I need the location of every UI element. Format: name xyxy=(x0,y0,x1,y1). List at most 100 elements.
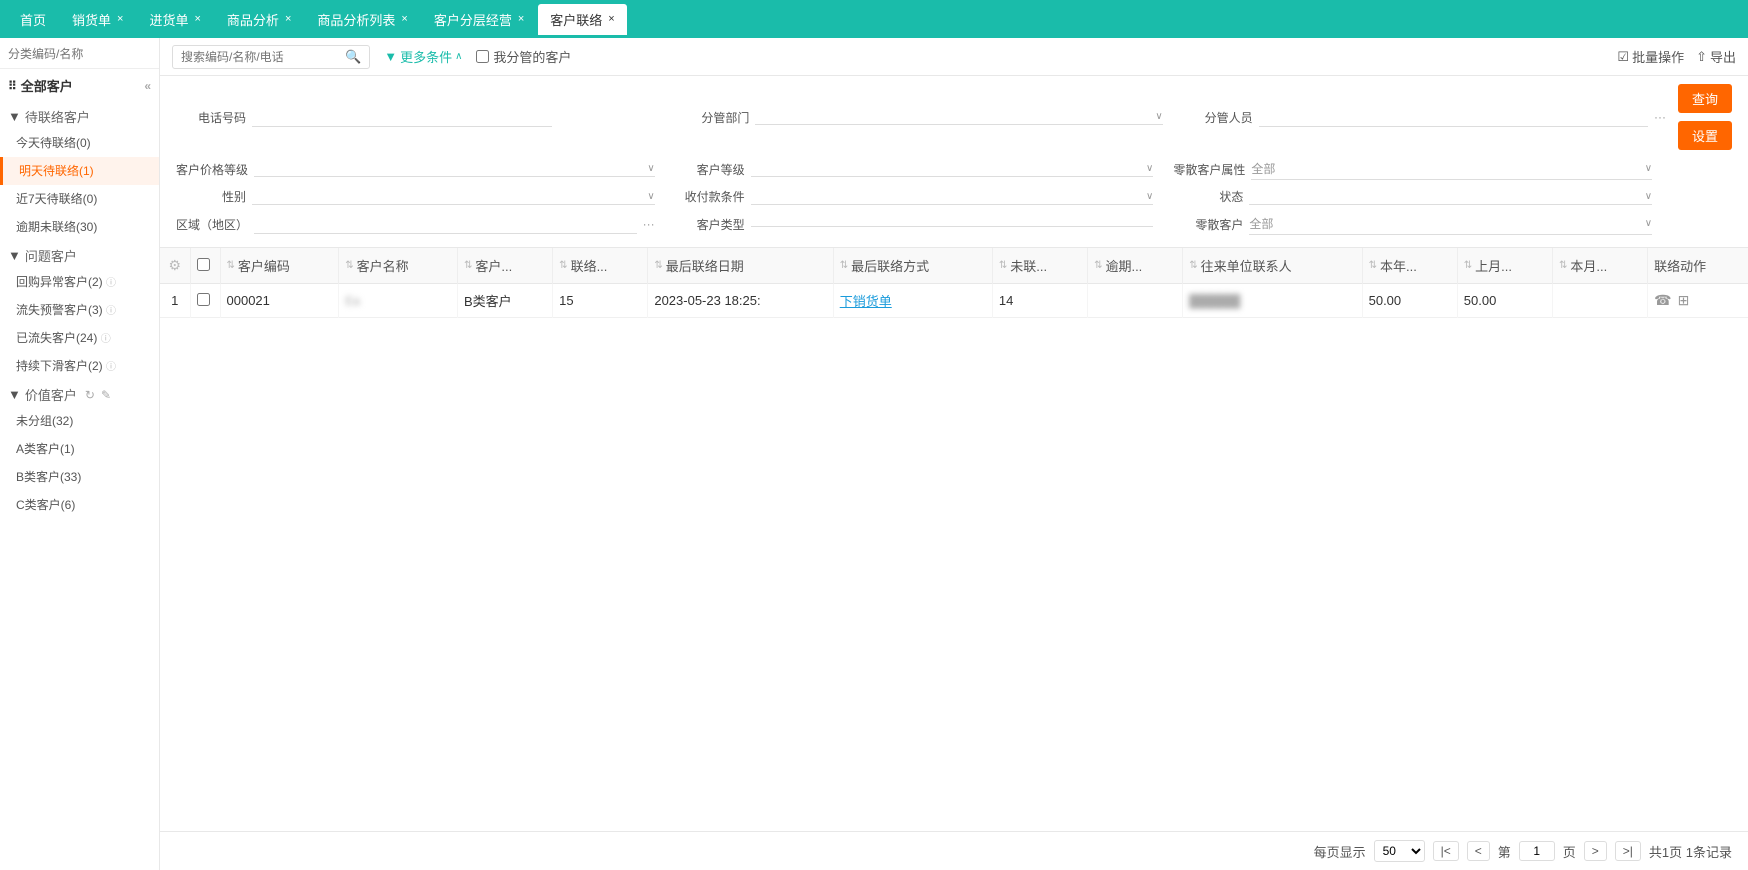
nav-analysis-list-close-icon[interactable]: × xyxy=(401,13,407,25)
info-icon-3: ⓘ xyxy=(101,334,111,345)
page-unit: 页 xyxy=(1563,842,1576,861)
prev-page-btn[interactable]: < xyxy=(1467,841,1490,861)
refresh-icon-value[interactable]: ↻ xyxy=(85,388,95,402)
edit-icon-value[interactable]: ✎ xyxy=(101,388,111,402)
sort-icon-this-year[interactable]: ⇅ xyxy=(1369,260,1377,271)
filter-gender-select[interactable]: ∨ xyxy=(252,189,655,205)
nav-sales[interactable]: 销货单 × xyxy=(60,4,135,35)
filter-phone-input[interactable] xyxy=(252,108,552,127)
last-method-link[interactable]: 下销货单 xyxy=(840,294,892,309)
last-page-btn[interactable]: >| xyxy=(1615,841,1641,861)
select-all-checkbox[interactable] xyxy=(197,258,210,271)
sort-icon-last-month[interactable]: ⇅ xyxy=(1464,260,1472,271)
row-checkbox[interactable] xyxy=(197,293,210,306)
sidebar-item-overdue-contact[interactable]: 逾期未联络(30) xyxy=(0,213,159,241)
sidebar-item-class-c[interactable]: C类客户(6) xyxy=(0,491,159,519)
page-input[interactable] xyxy=(1519,841,1555,861)
nav-purchase-close-icon[interactable]: × xyxy=(194,13,200,25)
sidebar-item-declining[interactable]: 持续下滑客户(2) ⓘ xyxy=(0,352,159,380)
info-icon-1: ⓘ xyxy=(106,278,116,289)
first-page-btn[interactable]: |< xyxy=(1433,841,1459,861)
toolbar-search-icon[interactable]: 🔍 xyxy=(345,49,361,65)
th-code: ⇅ 客户编码 xyxy=(220,248,339,284)
filter-cell-retail-attr: 零散客户属性 全部 ∨ xyxy=(1173,158,1652,180)
nav-customer-tier-close-icon[interactable]: × xyxy=(518,13,524,25)
sidebar-item-class-a[interactable]: A类客户(1) xyxy=(0,435,159,463)
payment-chevron-icon: ∨ xyxy=(1146,191,1153,202)
filter-phone-label: 电话号码 xyxy=(176,109,246,126)
sidebar-item-churn-warning[interactable]: 流失预警客户(3) ⓘ xyxy=(0,296,159,324)
nav-sales-close-icon[interactable]: × xyxy=(117,13,123,25)
reset-btn[interactable]: 设置 xyxy=(1678,121,1732,150)
sidebar-search-input[interactable] xyxy=(8,47,160,61)
sort-icon-contact[interactable]: ⇅ xyxy=(559,260,567,271)
sidebar-group-value-label: 价值客户 xyxy=(25,385,77,404)
sidebar-item-ungrouped[interactable]: 未分组(32) xyxy=(0,407,159,435)
my-customers-checkbox-container[interactable]: 我分管的客户 xyxy=(476,47,571,66)
sidebar-item-class-b[interactable]: B类客户(33) xyxy=(0,463,159,491)
nav-customer-contact[interactable]: 客户联络 × xyxy=(538,4,626,35)
sort-icon-this-month[interactable]: ⇅ xyxy=(1559,260,1567,271)
nav-purchase[interactable]: 进货单 × xyxy=(137,4,212,35)
batch-operation-btn[interactable]: ☑ 批量操作 xyxy=(1617,47,1684,66)
sidebar-item-repurchase-abnormal[interactable]: 回购异常客户(2) ⓘ xyxy=(0,268,159,296)
sort-icon-last-date[interactable]: ⇅ xyxy=(654,260,662,271)
filter-customer-type-select[interactable] xyxy=(751,222,1154,227)
sidebar-item-churned[interactable]: 已流失客户(24) ⓘ xyxy=(0,324,159,352)
sort-icon-overdue[interactable]: ⇅ xyxy=(1094,260,1102,271)
sidebar: 🔍 ⠿ 全部客户 « ▼ 待联络客户 今天待联络(0) 明天待联络(1) 近7天… xyxy=(0,38,160,870)
nav-customer-tier[interactable]: 客户分层经营 × xyxy=(422,4,536,35)
filter-region-more-icon[interactable]: ··· xyxy=(643,217,655,231)
filter-price-level-select[interactable]: ∨ xyxy=(254,161,655,177)
filter-price-level-label: 客户价格等级 xyxy=(176,161,248,178)
filter-status-select[interactable]: ∨ xyxy=(1249,189,1652,205)
nav-home[interactable]: 首页 xyxy=(8,4,58,35)
next-page-btn[interactable]: > xyxy=(1584,841,1607,861)
my-customers-checkbox[interactable] xyxy=(476,50,489,63)
filter-action-col: 查询 设置 xyxy=(1678,84,1732,150)
export-btn[interactable]: ⇧ 导出 xyxy=(1696,47,1736,66)
phone-action-icon[interactable]: ☎ xyxy=(1654,292,1671,309)
filter-dept-select[interactable]: ∨ xyxy=(755,109,1162,125)
nav-analysis-list[interactable]: 商品分析列表 × xyxy=(305,4,419,35)
filter-cell-phone: 电话号码 xyxy=(176,108,659,127)
query-btn[interactable]: 查询 xyxy=(1678,84,1732,113)
per-page-select[interactable]: 50 100 200 xyxy=(1374,840,1425,862)
toolbar-search-input[interactable] xyxy=(181,50,341,64)
sort-icon-no-contact[interactable]: ⇅ xyxy=(999,260,1007,271)
batch-label: 批量操作 xyxy=(1632,47,1684,66)
qr-action-icon[interactable]: ⊞ xyxy=(1678,292,1690,309)
sidebar-item-7days[interactable]: 近7天待联络(0) xyxy=(0,185,159,213)
filter-manager-input[interactable] xyxy=(1259,108,1648,127)
sort-icon-name[interactable]: ⇅ xyxy=(345,260,353,271)
page-label: 第 xyxy=(1498,842,1511,861)
sort-icon-last-method[interactable]: ⇅ xyxy=(840,260,848,271)
filter-retail-attr-select[interactable]: 全部 ∨ xyxy=(1251,158,1652,180)
filter-more-btn[interactable]: ▼ 更多条件 ∧ xyxy=(378,44,468,69)
table-settings-icon[interactable]: ⚙ xyxy=(168,257,181,273)
nav-analysis[interactable]: 商品分析 × xyxy=(215,4,303,35)
nav-customer-contact-close-icon[interactable]: × xyxy=(608,13,614,25)
sort-icon-unit-contacts[interactable]: ⇅ xyxy=(1189,260,1197,271)
filter-payment-select[interactable]: ∨ xyxy=(751,189,1154,205)
th-overdue-label: 逾期... xyxy=(1105,256,1142,275)
td-overdue xyxy=(1088,284,1183,318)
sidebar-search-container: 🔍 xyxy=(0,38,159,69)
sort-icon-code[interactable]: ⇅ xyxy=(227,260,235,271)
th-num: ⚙ xyxy=(160,248,190,284)
filter-btn-label: 更多条件 xyxy=(400,47,452,66)
nav-analysis-close-icon[interactable]: × xyxy=(285,13,291,25)
th-type-label: 客户... xyxy=(475,256,512,275)
nav-customer-contact-label: 客户联络 xyxy=(550,10,602,29)
filter-customer-level-select[interactable]: ∨ xyxy=(751,161,1154,177)
sort-icon-type[interactable]: ⇅ xyxy=(464,260,472,271)
retail-attr-chevron-icon: ∨ xyxy=(1645,163,1652,174)
sidebar-item-today[interactable]: 今天待联络(0) xyxy=(0,129,159,157)
sidebar-collapse-icon[interactable]: « xyxy=(144,79,151,93)
filter-region-input[interactable] xyxy=(254,215,637,234)
filter-manager-more-icon[interactable]: ··· xyxy=(1654,110,1666,124)
sidebar-all-customers[interactable]: ⠿ 全部客户 « xyxy=(0,69,159,102)
sidebar-item-tomorrow[interactable]: 明天待联络(1) xyxy=(0,157,159,185)
filter-retail-customer-select[interactable]: 全部 ∨ xyxy=(1249,213,1652,235)
filter-customer-level-label: 客户等级 xyxy=(675,161,745,178)
